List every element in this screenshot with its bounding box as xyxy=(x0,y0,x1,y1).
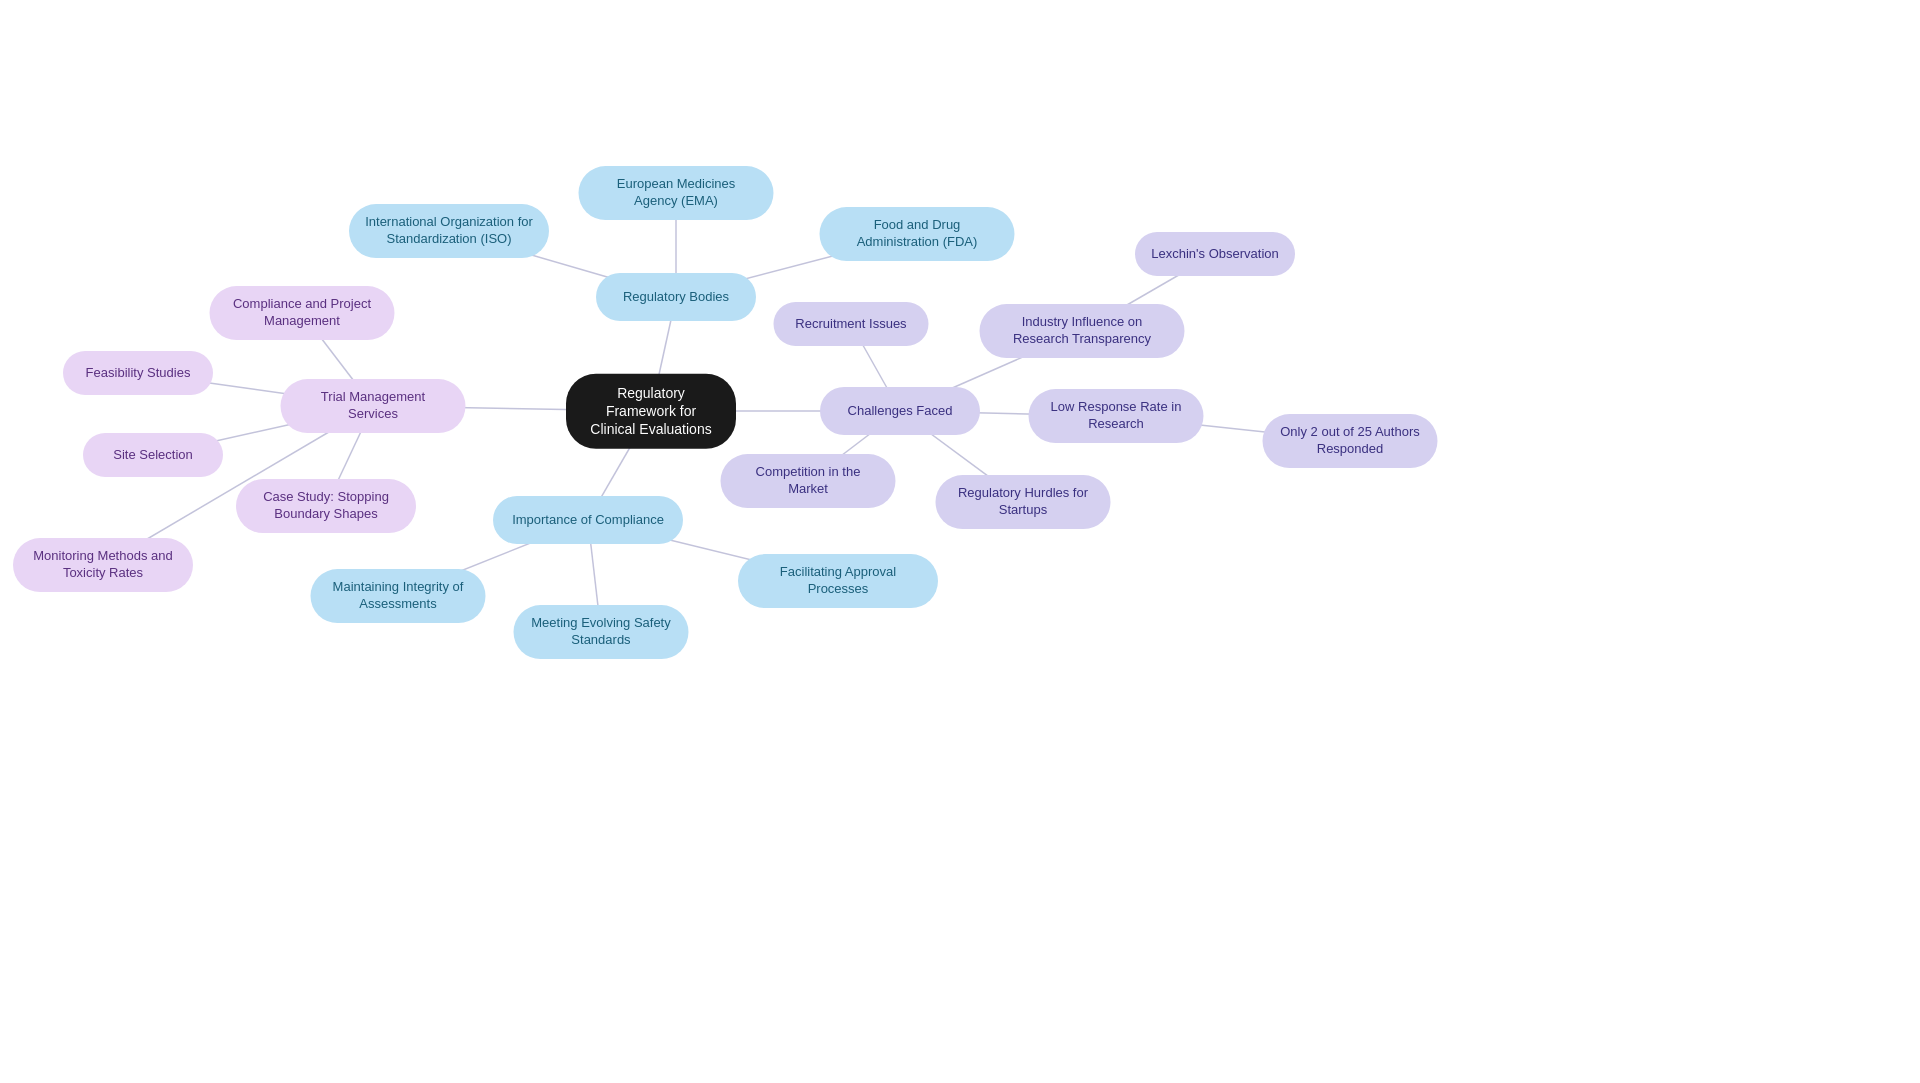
node-label-importance_compliance: Importance of Compliance xyxy=(512,512,664,529)
node-label-site_selection: Site Selection xyxy=(113,447,193,464)
node-label-facilitating_approval: Facilitating Approval Processes xyxy=(754,564,922,598)
node-iso[interactable]: International Organization for Standardi… xyxy=(349,204,549,258)
node-label-feasibility: Feasibility Studies xyxy=(86,365,191,382)
node-facilitating_approval[interactable]: Facilitating Approval Processes xyxy=(738,554,938,608)
connections-layer xyxy=(0,0,1920,1083)
node-importance_compliance[interactable]: Importance of Compliance xyxy=(493,496,683,544)
node-label-challenges: Challenges Faced xyxy=(848,403,953,420)
node-label-case_study: Case Study: Stopping Boundary Shapes xyxy=(252,489,400,523)
node-label-meeting_safety: Meeting Evolving Safety Standards xyxy=(530,615,673,649)
node-label-regulatory_bodies: Regulatory Bodies xyxy=(623,289,729,306)
node-label-only_2: Only 2 out of 25 Authors Responded xyxy=(1279,424,1422,458)
node-meeting_safety[interactable]: Meeting Evolving Safety Standards xyxy=(514,605,689,659)
node-label-maintaining_integrity: Maintaining Integrity of Assessments xyxy=(327,579,470,613)
node-label-iso: International Organization for Standardi… xyxy=(365,214,533,248)
node-label-fda: Food and Drug Administration (FDA) xyxy=(836,217,999,251)
node-label-industry_influence: Industry Influence on Research Transpare… xyxy=(996,314,1169,348)
node-label-compliance_project: Compliance and Project Management xyxy=(226,296,379,330)
node-challenges[interactable]: Challenges Faced xyxy=(820,387,980,435)
node-lexchin[interactable]: Lexchin's Observation xyxy=(1135,232,1295,276)
node-trial_management[interactable]: Trial Management Services xyxy=(281,379,466,433)
node-only_2[interactable]: Only 2 out of 25 Authors Responded xyxy=(1263,414,1438,468)
node-feasibility[interactable]: Feasibility Studies xyxy=(63,351,213,395)
node-maintaining_integrity[interactable]: Maintaining Integrity of Assessments xyxy=(311,569,486,623)
node-label-monitoring: Monitoring Methods and Toxicity Rates xyxy=(29,548,177,582)
node-label-ema: European Medicines Agency (EMA) xyxy=(595,176,758,210)
node-center[interactable]: Regulatory Framework for Clinical Evalua… xyxy=(566,374,736,449)
node-monitoring[interactable]: Monitoring Methods and Toxicity Rates xyxy=(13,538,193,592)
node-site_selection[interactable]: Site Selection xyxy=(83,433,223,477)
node-compliance_project[interactable]: Compliance and Project Management xyxy=(210,286,395,340)
mindmap-container: Regulatory Framework for Clinical Evalua… xyxy=(0,0,1920,1083)
node-label-center: Regulatory Framework for Clinical Evalua… xyxy=(582,384,720,439)
node-ema[interactable]: European Medicines Agency (EMA) xyxy=(579,166,774,220)
node-regulatory_hurdles[interactable]: Regulatory Hurdles for Startups xyxy=(936,475,1111,529)
node-label-lexchin: Lexchin's Observation xyxy=(1151,246,1279,263)
node-industry_influence[interactable]: Industry Influence on Research Transpare… xyxy=(980,304,1185,358)
node-low_response[interactable]: Low Response Rate in Research xyxy=(1029,389,1204,443)
node-label-low_response: Low Response Rate in Research xyxy=(1045,399,1188,433)
node-label-competition: Competition in the Market xyxy=(737,464,880,498)
node-regulatory_bodies[interactable]: Regulatory Bodies xyxy=(596,273,756,321)
node-label-regulatory_hurdles: Regulatory Hurdles for Startups xyxy=(952,485,1095,519)
node-label-recruitment: Recruitment Issues xyxy=(795,316,906,333)
node-label-trial_management: Trial Management Services xyxy=(297,389,450,423)
node-case_study[interactable]: Case Study: Stopping Boundary Shapes xyxy=(236,479,416,533)
node-competition[interactable]: Competition in the Market xyxy=(721,454,896,508)
node-fda[interactable]: Food and Drug Administration (FDA) xyxy=(820,207,1015,261)
node-recruitment[interactable]: Recruitment Issues xyxy=(774,302,929,346)
